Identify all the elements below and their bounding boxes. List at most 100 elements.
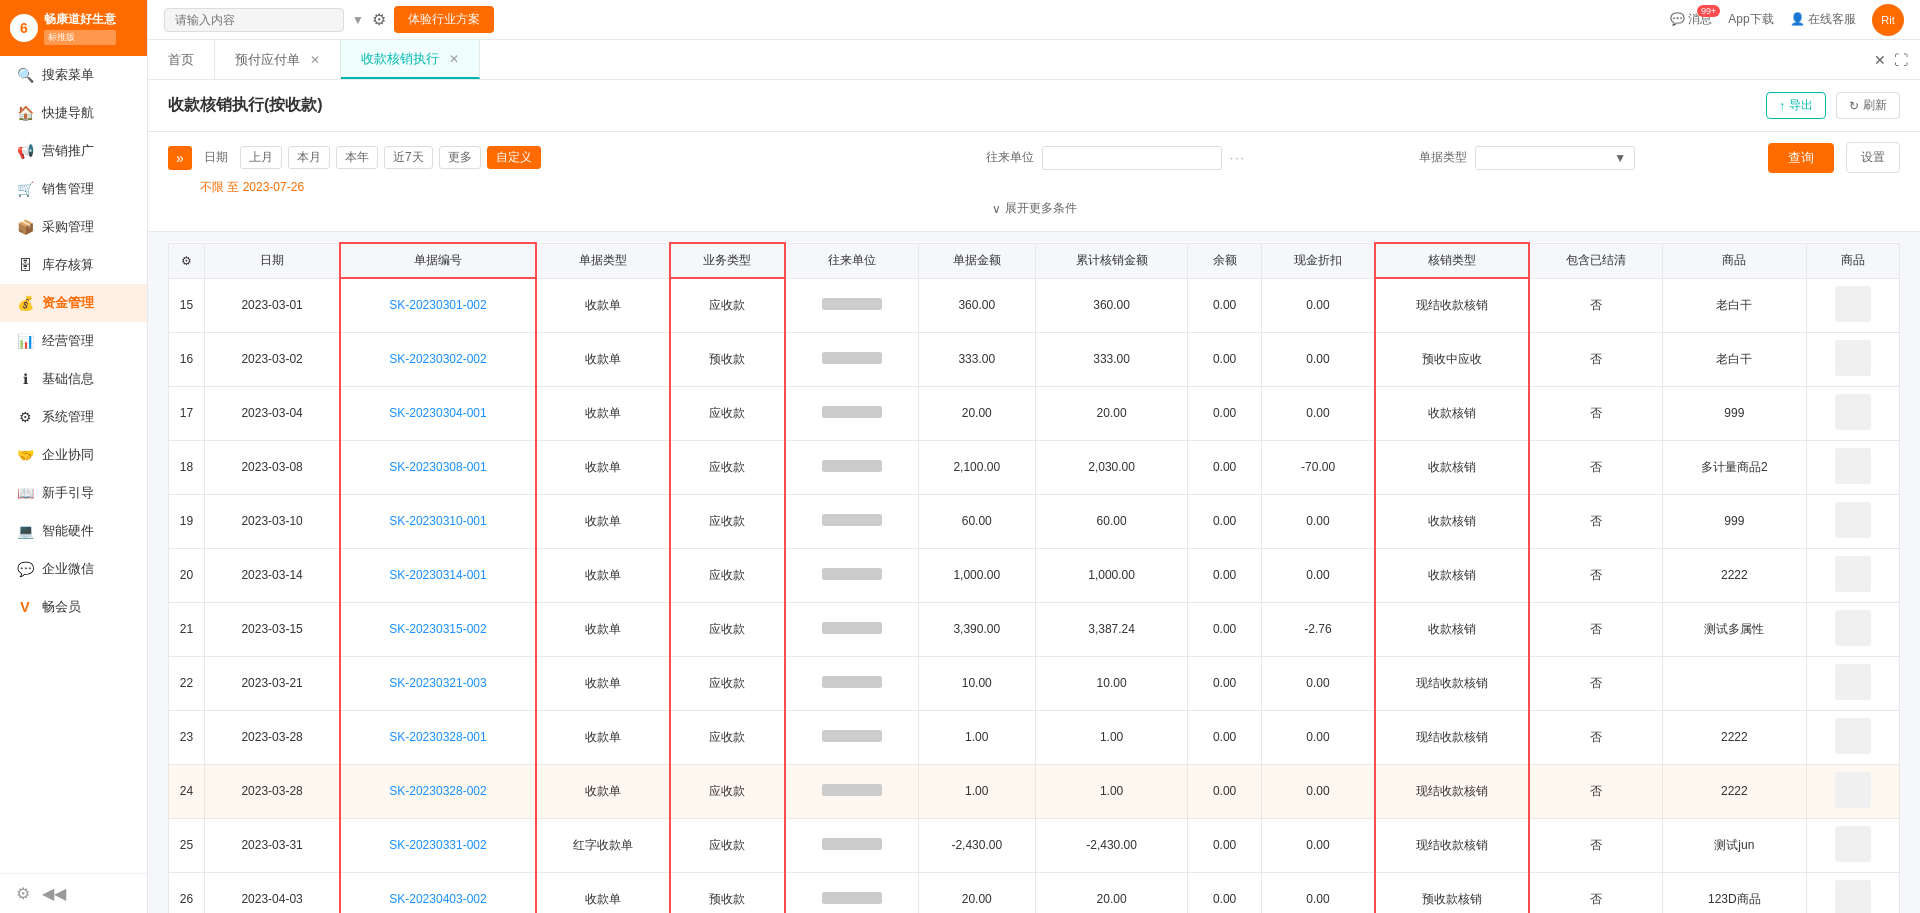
filter-date-this-year[interactable]: 本年 xyxy=(336,146,378,169)
doc-no-link[interactable]: SK-20230310-001 xyxy=(389,514,486,528)
sidebar-item-operation[interactable]: 📊 经营管理 xyxy=(0,322,147,360)
td-product xyxy=(1663,656,1807,710)
td-product2 xyxy=(1806,494,1899,548)
sidebar-item-quick-nav[interactable]: 🏠 快捷导航 xyxy=(0,94,147,132)
td-amount: 360.00 xyxy=(918,278,1035,332)
td-biz-type: 应收款 xyxy=(670,710,785,764)
online-service-link[interactable]: 👤 在线客服 xyxy=(1790,11,1856,28)
sidebar-item-purchase[interactable]: 📦 采购管理 xyxy=(0,208,147,246)
sidebar-bottom: ⚙ ◀◀ xyxy=(0,873,147,913)
tab-close-all-icon[interactable]: ✕ xyxy=(1874,52,1886,68)
doc-no-link[interactable]: SK-20230302-002 xyxy=(389,352,486,366)
doc-no-link[interactable]: SK-20230328-002 xyxy=(389,784,486,798)
doc-no-link[interactable]: SK-20230314-001 xyxy=(389,568,486,582)
sidebar-item-hardware[interactable]: 💻 智能硬件 xyxy=(0,512,147,550)
td-doc-no: SK-20230328-001 xyxy=(340,710,536,764)
td-doc-no: SK-20230321-003 xyxy=(340,656,536,710)
tab-home[interactable]: 首页 xyxy=(148,40,215,79)
table-row: 17 2023-03-04 SK-20230304-001 收款单 应收款 20… xyxy=(169,386,1900,440)
doc-no-link[interactable]: SK-20230304-001 xyxy=(389,406,486,420)
inventory-icon: 🗄 xyxy=(16,256,34,274)
filter-partner-input[interactable] xyxy=(1042,146,1222,170)
td-cash-discount: -2.76 xyxy=(1261,602,1375,656)
filter-doctype-select[interactable]: ▼ xyxy=(1475,146,1635,170)
th-product2: 商品 xyxy=(1806,243,1899,278)
doc-no-link[interactable]: SK-20230301-002 xyxy=(389,298,486,312)
table-gear-icon[interactable]: ⚙ xyxy=(181,254,192,268)
td-no: 20 xyxy=(169,548,205,602)
td-product: 2222 xyxy=(1663,764,1807,818)
tab-expand-icon[interactable]: ⛶ xyxy=(1894,52,1908,68)
sidebar-item-member[interactable]: V 畅会员 xyxy=(0,588,147,626)
filter-date-more[interactable]: 更多 xyxy=(439,146,481,169)
th-gear[interactable]: ⚙ xyxy=(169,243,205,278)
td-date: 2023-03-14 xyxy=(205,548,341,602)
td-partner xyxy=(785,710,918,764)
sidebar-label-marketing: 营销推广 xyxy=(42,142,94,160)
filter-date-custom[interactable]: 自定义 xyxy=(487,146,541,169)
gear-settings-icon[interactable]: ⚙ xyxy=(372,10,386,29)
table-header-row: ⚙ 日期 单据编号 单据类型 业务类型 往来单位 单据金额 累计核销金额 余额 … xyxy=(169,243,1900,278)
export-button[interactable]: ↑ 导出 xyxy=(1766,92,1826,119)
doc-no-link[interactable]: SK-20230328-001 xyxy=(389,730,486,744)
sidebar-item-wechat[interactable]: 💬 企业微信 xyxy=(0,550,147,588)
query-button[interactable]: 查询 xyxy=(1768,143,1834,173)
sidebar-item-system[interactable]: ⚙ 系统管理 xyxy=(0,398,147,436)
sidebar-item-inventory[interactable]: 🗄 库存核算 xyxy=(0,246,147,284)
doc-no-link[interactable]: SK-20230403-002 xyxy=(389,892,486,906)
tab-prepay[interactable]: 预付应付单 ✕ xyxy=(215,40,341,79)
td-partner xyxy=(785,818,918,872)
th-include-settled: 包含已结清 xyxy=(1529,243,1662,278)
sidebar-item-marketing[interactable]: 📢 营销推广 xyxy=(0,132,147,170)
filter-date-last-month[interactable]: 上月 xyxy=(240,146,282,169)
td-no: 25 xyxy=(169,818,205,872)
setting-button[interactable]: 设置 xyxy=(1846,142,1900,173)
td-date: 2023-03-28 xyxy=(205,710,341,764)
td-doc-no: SK-20230301-002 xyxy=(340,278,536,332)
td-biz-type: 应收款 xyxy=(670,494,785,548)
settings-gear-icon[interactable]: ⚙ xyxy=(16,884,30,903)
sidebar-item-search[interactable]: 🔍 搜索菜单 xyxy=(0,56,147,94)
doc-no-link[interactable]: SK-20230315-002 xyxy=(389,622,486,636)
dropdown-arrow-icon[interactable]: ▼ xyxy=(352,13,364,27)
avatar[interactable]: Rit xyxy=(1872,4,1904,36)
td-cancel-type: 预收中应收 xyxy=(1375,332,1529,386)
filter-date-this-month[interactable]: 本月 xyxy=(288,146,330,169)
td-date: 2023-03-28 xyxy=(205,764,341,818)
sidebar-item-enterprise[interactable]: 🤝 企业协同 xyxy=(0,436,147,474)
td-amount: 20.00 xyxy=(918,872,1035,913)
th-amount: 单据金额 xyxy=(918,243,1035,278)
sales-icon: 🛒 xyxy=(16,180,34,198)
sidebar-item-sales[interactable]: 🛒 销售管理 xyxy=(0,170,147,208)
sidebar-label-sales: 销售管理 xyxy=(42,180,94,198)
refresh-button[interactable]: ↻ 刷新 xyxy=(1836,92,1900,119)
logo-text: 畅康道好生意 xyxy=(44,11,116,28)
doc-no-link[interactable]: SK-20230331-002 xyxy=(389,838,486,852)
notification-area[interactable]: 💬 消息 99+ xyxy=(1670,11,1712,28)
app-download-link[interactable]: App下载 xyxy=(1728,11,1773,28)
sidebar-item-guide[interactable]: 📖 新手引导 xyxy=(0,474,147,512)
tab-receipt-exec[interactable]: 收款核销执行 ✕ xyxy=(341,40,480,79)
doc-no-link[interactable]: SK-20230308-001 xyxy=(389,460,486,474)
expand-conditions-button[interactable]: ∨ 展开更多条件 xyxy=(992,200,1077,217)
doc-no-link[interactable]: SK-20230321-003 xyxy=(389,676,486,690)
td-product: 老白干 xyxy=(1663,278,1807,332)
breadcrumb-input[interactable] xyxy=(164,8,344,32)
solution-button[interactable]: 体验行业方案 xyxy=(394,6,494,33)
tab-receipt-close[interactable]: ✕ xyxy=(449,52,459,66)
tab-prepay-close[interactable]: ✕ xyxy=(310,53,320,67)
td-balance: 0.00 xyxy=(1188,386,1262,440)
filter-toggle-button[interactable]: » xyxy=(168,146,192,170)
filter-partner-group: 往来单位 ··· xyxy=(986,146,1407,170)
sidebar-item-finance[interactable]: 💰 资金管理 xyxy=(0,284,147,322)
sidebar-item-basic[interactable]: ℹ 基础信息 xyxy=(0,360,147,398)
td-partner xyxy=(785,278,918,332)
filter-date-7days[interactable]: 近7天 xyxy=(384,146,433,169)
td-balance: 0.00 xyxy=(1188,602,1262,656)
td-product: 999 xyxy=(1663,386,1807,440)
finance-icon: 💰 xyxy=(16,294,34,312)
sidebar-collapse-icon[interactable]: ◀◀ xyxy=(42,884,66,903)
td-include-settled: 否 xyxy=(1529,602,1662,656)
td-doc-no: SK-20230310-001 xyxy=(340,494,536,548)
topbar: ▼ ⚙ 体验行业方案 💬 消息 99+ App下载 👤 在线客服 Rit xyxy=(148,0,1920,40)
